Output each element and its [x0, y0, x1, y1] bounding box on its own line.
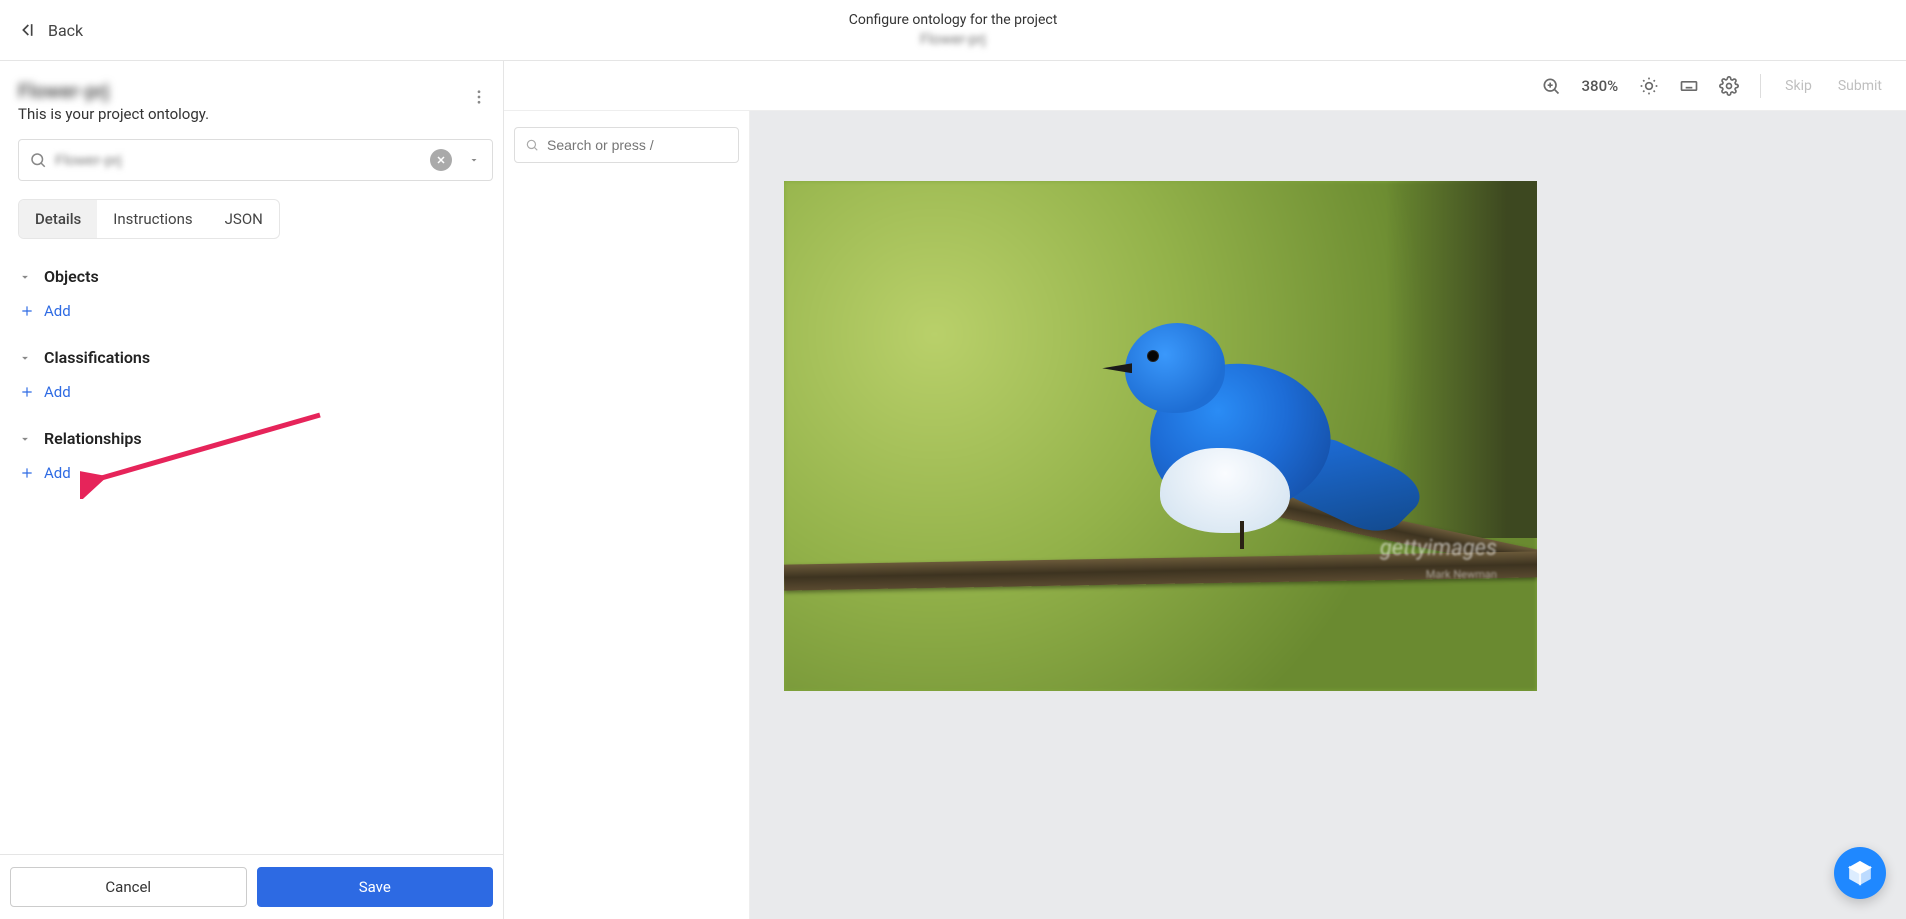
gear-icon — [1719, 76, 1739, 96]
section-classifications: Classifications Add — [18, 348, 493, 401]
tools-panel — [504, 111, 750, 919]
add-relationship-button[interactable]: Add — [18, 464, 493, 482]
add-object-label: Add — [44, 302, 71, 320]
add-relationship-label: Add — [44, 464, 71, 482]
canvas-body: gettyimages Mark Newman — [504, 111, 1906, 919]
project-title: Flower-prj — [18, 79, 209, 103]
project-heading: Flower-prj This is your project ontology… — [18, 79, 209, 123]
page-title: Configure ontology for the project — [849, 12, 1058, 28]
tab-details[interactable]: Details — [19, 200, 97, 238]
search-icon — [525, 137, 539, 153]
back-button[interactable]: Back — [20, 20, 83, 40]
canvas: 380% Skip Submit — [504, 61, 1906, 919]
main: Flower-prj This is your project ontology… — [0, 61, 1906, 919]
cube-icon — [1847, 860, 1873, 886]
section-header-objects[interactable]: Objects — [18, 267, 493, 286]
caret-down-icon — [18, 270, 32, 284]
top-header: Back Configure ontology for the project … — [0, 0, 1906, 61]
sidebar-footer: Cancel Save — [0, 854, 503, 919]
canvas-toolbar: 380% Skip Submit — [504, 61, 1906, 111]
section-label-objects: Objects — [44, 267, 99, 286]
image-frame: gettyimages Mark Newman — [784, 181, 1537, 691]
plus-icon — [20, 466, 34, 480]
tools-search-input[interactable] — [547, 137, 728, 153]
bird-shape — [1100, 293, 1400, 613]
page-subtitle: Flower-prj — [849, 30, 1058, 48]
skip-button[interactable]: Skip — [1779, 78, 1818, 94]
save-button[interactable]: Save — [257, 867, 494, 907]
settings-button[interactable] — [1716, 73, 1742, 99]
project-menu-button[interactable] — [465, 79, 493, 115]
section-relationships: Relationships Add — [18, 429, 493, 482]
add-object-button[interactable]: Add — [18, 302, 493, 320]
image-watermark-sub: Mark Newman — [1426, 568, 1497, 581]
header-center: Configure ontology for the project Flowe… — [849, 12, 1058, 48]
tab-instructions[interactable]: Instructions — [97, 200, 208, 238]
ontology-sidebar: Flower-prj This is your project ontology… — [0, 61, 504, 919]
add-classification-button[interactable]: Add — [18, 383, 493, 401]
brightness-icon — [1639, 76, 1659, 96]
caret-down-icon — [18, 351, 32, 365]
kebab-icon — [470, 88, 488, 106]
section-objects: Objects Add — [18, 267, 493, 320]
zoom-in-icon — [1541, 76, 1561, 96]
close-icon — [435, 154, 447, 166]
sidebar-tabs: Details Instructions JSON — [18, 199, 280, 239]
search-clear-button[interactable] — [430, 149, 452, 171]
zoom-level[interactable]: 380% — [1578, 77, 1623, 95]
section-header-relationships[interactable]: Relationships — [18, 429, 493, 448]
search-icon — [29, 151, 47, 169]
zoom-button[interactable] — [1538, 73, 1564, 99]
search-dropdown-button[interactable] — [460, 146, 488, 174]
section-label-relationships: Relationships — [44, 429, 142, 448]
plus-icon — [20, 304, 34, 318]
add-classification-label: Add — [44, 383, 71, 401]
caret-down-icon — [18, 432, 32, 446]
help-fab[interactable] — [1834, 847, 1886, 899]
tab-json[interactable]: JSON — [209, 200, 279, 238]
tools-search[interactable] — [514, 127, 739, 163]
submit-button[interactable]: Submit — [1832, 78, 1888, 94]
keyboard-icon — [1679, 76, 1699, 96]
keyboard-shortcuts-button[interactable] — [1676, 73, 1702, 99]
project-description: This is your project ontology. — [18, 105, 209, 123]
image-watermark: gettyimages — [1380, 536, 1497, 561]
plus-icon — [20, 385, 34, 399]
image-viewport[interactable]: gettyimages Mark Newman — [750, 111, 1906, 919]
section-header-classifications[interactable]: Classifications — [18, 348, 493, 367]
chevron-down-icon — [468, 154, 480, 166]
back-arrow-icon — [20, 20, 40, 40]
ontology-search[interactable] — [18, 139, 493, 181]
sidebar-inner: Flower-prj This is your project ontology… — [0, 61, 503, 854]
brightness-button[interactable] — [1636, 73, 1662, 99]
toolbar-divider — [1760, 74, 1761, 98]
ontology-search-input[interactable] — [55, 152, 422, 169]
cancel-button[interactable]: Cancel — [10, 867, 247, 907]
section-label-classifications: Classifications — [44, 348, 150, 367]
project-header-row: Flower-prj This is your project ontology… — [18, 79, 493, 123]
back-label: Back — [48, 21, 83, 40]
